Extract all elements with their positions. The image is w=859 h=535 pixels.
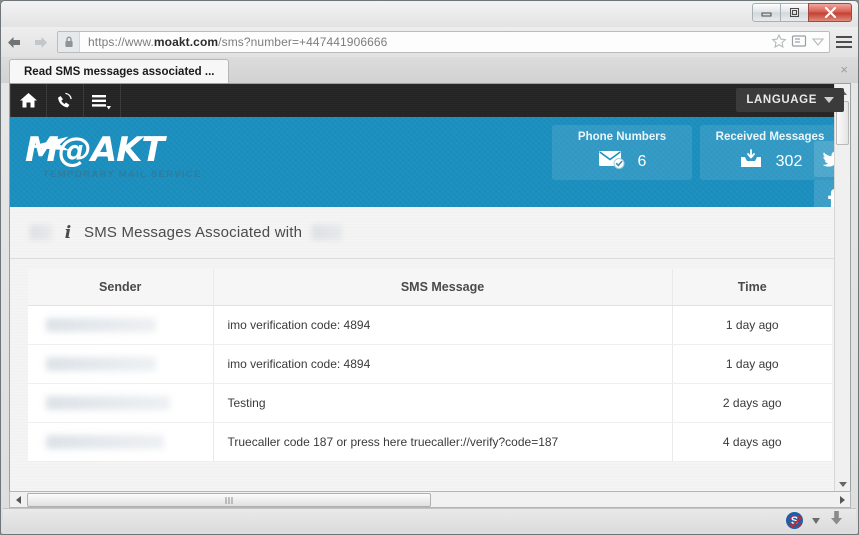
language-label: LANGUAGE <box>746 94 817 106</box>
cell-time: 1 day ago <box>672 305 832 345</box>
stat-row: 6 <box>552 148 692 175</box>
browser-window: https://www.moakt.com/sms?number=+447441… <box>0 0 859 535</box>
restore-button[interactable] <box>780 3 809 22</box>
lock-icon <box>58 32 80 52</box>
cell-message: imo verification code: 4894 <box>213 305 673 345</box>
redacted-sender <box>46 435 164 449</box>
envelope-check-icon <box>598 148 628 175</box>
menu-line <box>836 36 852 38</box>
browser-menu-button[interactable] <box>834 36 858 48</box>
url-prefix: https://www. <box>88 35 154 49</box>
redacted-sender <box>46 396 170 410</box>
cell-message: Testing <box>213 383 673 423</box>
cell-sender <box>28 344 214 384</box>
vertical-scrollbar[interactable] <box>834 84 850 492</box>
close-icon[interactable]: × <box>840 63 848 76</box>
cell-sender <box>28 305 214 345</box>
scroll-left-button[interactable] <box>10 492 26 507</box>
logo-text: M@AKT <box>25 130 165 170</box>
menu-line <box>836 41 852 43</box>
table-row[interactable]: Testing 2 days ago <box>28 383 832 423</box>
url-suffix: /sms?number=+447441906666 <box>218 35 388 49</box>
status-bar: S <box>3 508 856 532</box>
cell-sender <box>28 422 214 462</box>
grip-line <box>228 496 230 504</box>
redacted-prefix <box>30 225 52 240</box>
chevron-down-icon[interactable] <box>811 35 825 53</box>
chevron-down-icon <box>824 97 834 103</box>
grip-line <box>231 496 233 504</box>
redacted-phone-number <box>312 225 343 240</box>
address-bar-actions <box>771 33 825 54</box>
window-controls <box>752 3 852 22</box>
url-domain: moakt.com <box>153 35 219 49</box>
url-text: https://www.moakt.com/sms?number=+447441… <box>80 35 387 49</box>
skype-disabled-icon[interactable]: S <box>786 512 803 529</box>
language-selector[interactable]: LANGUAGE <box>736 88 844 112</box>
forward-button[interactable] <box>27 35 53 50</box>
table-head: Sender SMS Message Time <box>28 269 832 306</box>
redacted-sender <box>46 318 156 332</box>
sms-table-wrapper: Sender SMS Message Time imo verification… <box>10 259 850 462</box>
cell-time: 2 days ago <box>672 383 832 423</box>
scroll-right-button[interactable] <box>834 492 850 507</box>
scrollbar-grip <box>225 496 233 504</box>
info-icon: i <box>64 222 72 243</box>
chevron-down-icon[interactable] <box>812 517 820 524</box>
cell-message: Truecaller code 187 or press here trueca… <box>213 422 673 462</box>
table-body: imo verification code: 4894 1 day ago im… <box>28 305 832 462</box>
sms-table: Sender SMS Message Time imo verification… <box>28 269 832 462</box>
redacted-sender <box>46 357 156 371</box>
tab-strip: Read SMS messages associated ... × <box>1 57 858 83</box>
scrollbar-thumb[interactable] <box>27 492 431 507</box>
grip-line <box>225 496 227 504</box>
column-header-sender[interactable]: Sender <box>28 269 214 306</box>
column-header-message[interactable]: SMS Message <box>213 269 673 306</box>
table-row[interactable]: imo verification code: 4894 1 day ago <box>28 305 832 345</box>
inbox-download-icon <box>738 148 766 175</box>
chevron-down-icon <box>839 481 847 487</box>
reading-list-icon[interactable] <box>791 34 807 53</box>
star-icon[interactable] <box>771 33 787 54</box>
logo-tagline: TEMPORARY MAIL SERVICE <box>43 169 202 180</box>
site-navbar: LANGUAGE <box>10 84 850 117</box>
site-menu-icon[interactable] <box>84 84 121 117</box>
site-logo[interactable]: M@AKT TEMPORARY MAIL SERVICE <box>25 133 202 180</box>
page-title: SMS Messages Associated with <box>84 224 303 241</box>
title-bar <box>1 1 858 27</box>
header-stats: Phone Numbers 6 Received Messages 302 <box>552 125 840 180</box>
column-header-time[interactable]: Time <box>672 269 832 306</box>
stat-phone-numbers[interactable]: Phone Numbers 6 <box>552 125 692 180</box>
address-bar[interactable]: https://www.moakt.com/sms?number=+447441… <box>57 31 830 53</box>
site-header: M@AKT TEMPORARY MAIL SERVICE Phone Numbe… <box>10 117 850 207</box>
tab-title: Read SMS messages associated ... <box>24 65 215 78</box>
cell-time: 4 days ago <box>672 422 832 462</box>
chevron-right-icon <box>839 495 845 504</box>
cell-message: imo verification code: 4894 <box>213 344 673 384</box>
table-row[interactable]: Truecaller code 187 or press here trueca… <box>28 422 832 462</box>
stat-label: Phone Numbers <box>577 131 667 143</box>
table-header-row: Sender SMS Message Time <box>28 269 832 306</box>
close-button[interactable] <box>808 3 852 22</box>
tab-active[interactable]: Read SMS messages associated ... <box>9 59 230 83</box>
cell-time: 1 day ago <box>672 344 832 384</box>
download-arrow-icon[interactable] <box>829 510 844 531</box>
disabled-overlay-icon <box>789 515 802 528</box>
stat-value: 302 <box>775 152 803 170</box>
page-content: i SMS Messages Associated with Sender SM… <box>10 207 850 492</box>
back-button[interactable] <box>1 35 27 50</box>
horizontal-scrollbar[interactable] <box>9 491 851 508</box>
navigation-toolbar: https://www.moakt.com/sms?number=+447441… <box>1 27 858 57</box>
page-viewport: LANGUAGE M@AKT TEMPORARY MAIL SERVICE Ph… <box>9 83 851 493</box>
scroll-down-button[interactable] <box>835 476 850 492</box>
chevron-left-icon <box>15 495 21 504</box>
table-row[interactable]: imo verification code: 4894 1 day ago <box>28 344 832 384</box>
cell-sender <box>28 383 214 423</box>
section-header: i SMS Messages Associated with <box>10 207 850 259</box>
home-icon[interactable] <box>10 84 47 117</box>
stat-value: 6 <box>637 152 647 170</box>
menu-line <box>836 46 852 48</box>
phone-icon[interactable] <box>47 84 84 117</box>
minimize-button[interactable] <box>752 3 781 22</box>
